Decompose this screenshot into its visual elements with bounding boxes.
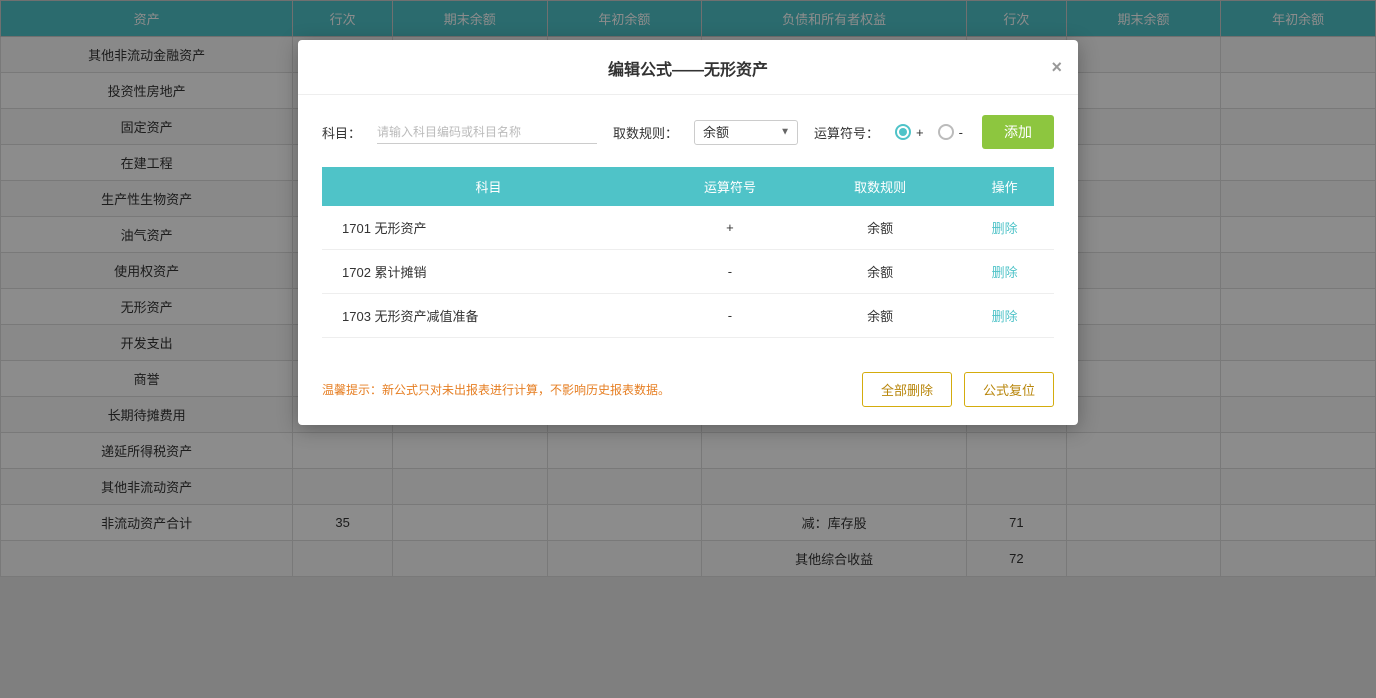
formula-col-header: 运算符号: [655, 167, 805, 206]
formula-col-header: 科目: [322, 167, 655, 206]
formula-rule: 余额: [805, 250, 955, 294]
formula-subject: 1702 累计摊销: [322, 250, 655, 294]
formula-operator: -: [655, 250, 805, 294]
radio-plus-circle: [895, 124, 911, 140]
footer-btn-group: 全部删除 公式复位: [862, 372, 1054, 407]
modal-body: 科目： 取数规则： 余额 借方发生额 贷方发生额 期初余额 ▼ 运算符号：: [298, 95, 1078, 358]
delete-all-button[interactable]: 全部删除: [862, 372, 952, 407]
formula-row: 1701 无形资产+余额 删除: [322, 206, 1054, 250]
radio-plus[interactable]: +: [895, 124, 924, 140]
formula-rule: 余额: [805, 206, 955, 250]
operator-radio-group: + -: [895, 124, 963, 140]
formula-rule: 余额: [805, 294, 955, 338]
formula-subject: 1701 无形资产: [322, 206, 655, 250]
reset-button[interactable]: 公式复位: [964, 372, 1054, 407]
modal-title: 编辑公式——无形资产: [608, 62, 768, 79]
formula-operator: +: [655, 206, 805, 250]
modal-footer: 温馨提示：新公式只对未出报表进行计算，不影响历史报表数据。 全部删除 公式复位: [298, 358, 1078, 425]
rule-select-container: 余额 借方发生额 贷方发生额 期初余额 ▼: [694, 120, 798, 145]
formula-action: 删除: [955, 250, 1054, 294]
formula-col-header: 操作: [955, 167, 1054, 206]
subject-label: 科目：: [322, 123, 361, 142]
close-button[interactable]: ×: [1051, 58, 1062, 76]
add-button[interactable]: 添加: [982, 115, 1054, 149]
formula-table-body: 1701 无形资产+余额删除1702 累计摊销-余额删除1703 无形资产减值准…: [322, 206, 1054, 338]
formula-action: 删除: [955, 206, 1054, 250]
radio-plus-label: +: [916, 125, 924, 140]
formula-row: 1702 累计摊销-余额 删除: [322, 250, 1054, 294]
radio-minus[interactable]: -: [938, 124, 963, 140]
formula-row: 1703 无形资产减值准备-余额 删除: [322, 294, 1054, 338]
formula-col-header: 取数规则: [805, 167, 955, 206]
formula-operator: -: [655, 294, 805, 338]
subject-input[interactable]: [377, 120, 597, 144]
modal-overlay: 编辑公式——无形资产 × 科目： 取数规则： 余额 借方发生额 贷方发生额 期初…: [0, 0, 1376, 698]
delete-row-button[interactable]: 删除: [992, 265, 1018, 280]
delete-row-button[interactable]: 删除: [992, 309, 1018, 324]
tip-text: 温馨提示：新公式只对未出报表进行计算，不影响历史报表数据。: [322, 381, 670, 398]
form-row: 科目： 取数规则： 余额 借方发生额 贷方发生额 期初余额 ▼ 运算符号：: [322, 115, 1054, 149]
formula-table-head: 科目运算符号取数规则操作: [322, 167, 1054, 206]
rule-label: 取数规则：: [613, 123, 678, 142]
delete-row-button[interactable]: 删除: [992, 221, 1018, 236]
formula-action: 删除: [955, 294, 1054, 338]
formula-subject: 1703 无形资产减值准备: [322, 294, 655, 338]
operator-label: 运算符号：: [814, 123, 879, 142]
radio-minus-circle: [938, 124, 954, 140]
radio-minus-label: -: [959, 125, 963, 140]
modal-header: 编辑公式——无形资产 ×: [298, 40, 1078, 95]
modal-dialog: 编辑公式——无形资产 × 科目： 取数规则： 余额 借方发生额 贷方发生额 期初…: [298, 40, 1078, 425]
rule-select[interactable]: 余额 借方发生额 贷方发生额 期初余额: [694, 120, 798, 145]
formula-table: 科目运算符号取数规则操作 1701 无形资产+余额删除1702 累计摊销-余额删…: [322, 167, 1054, 338]
